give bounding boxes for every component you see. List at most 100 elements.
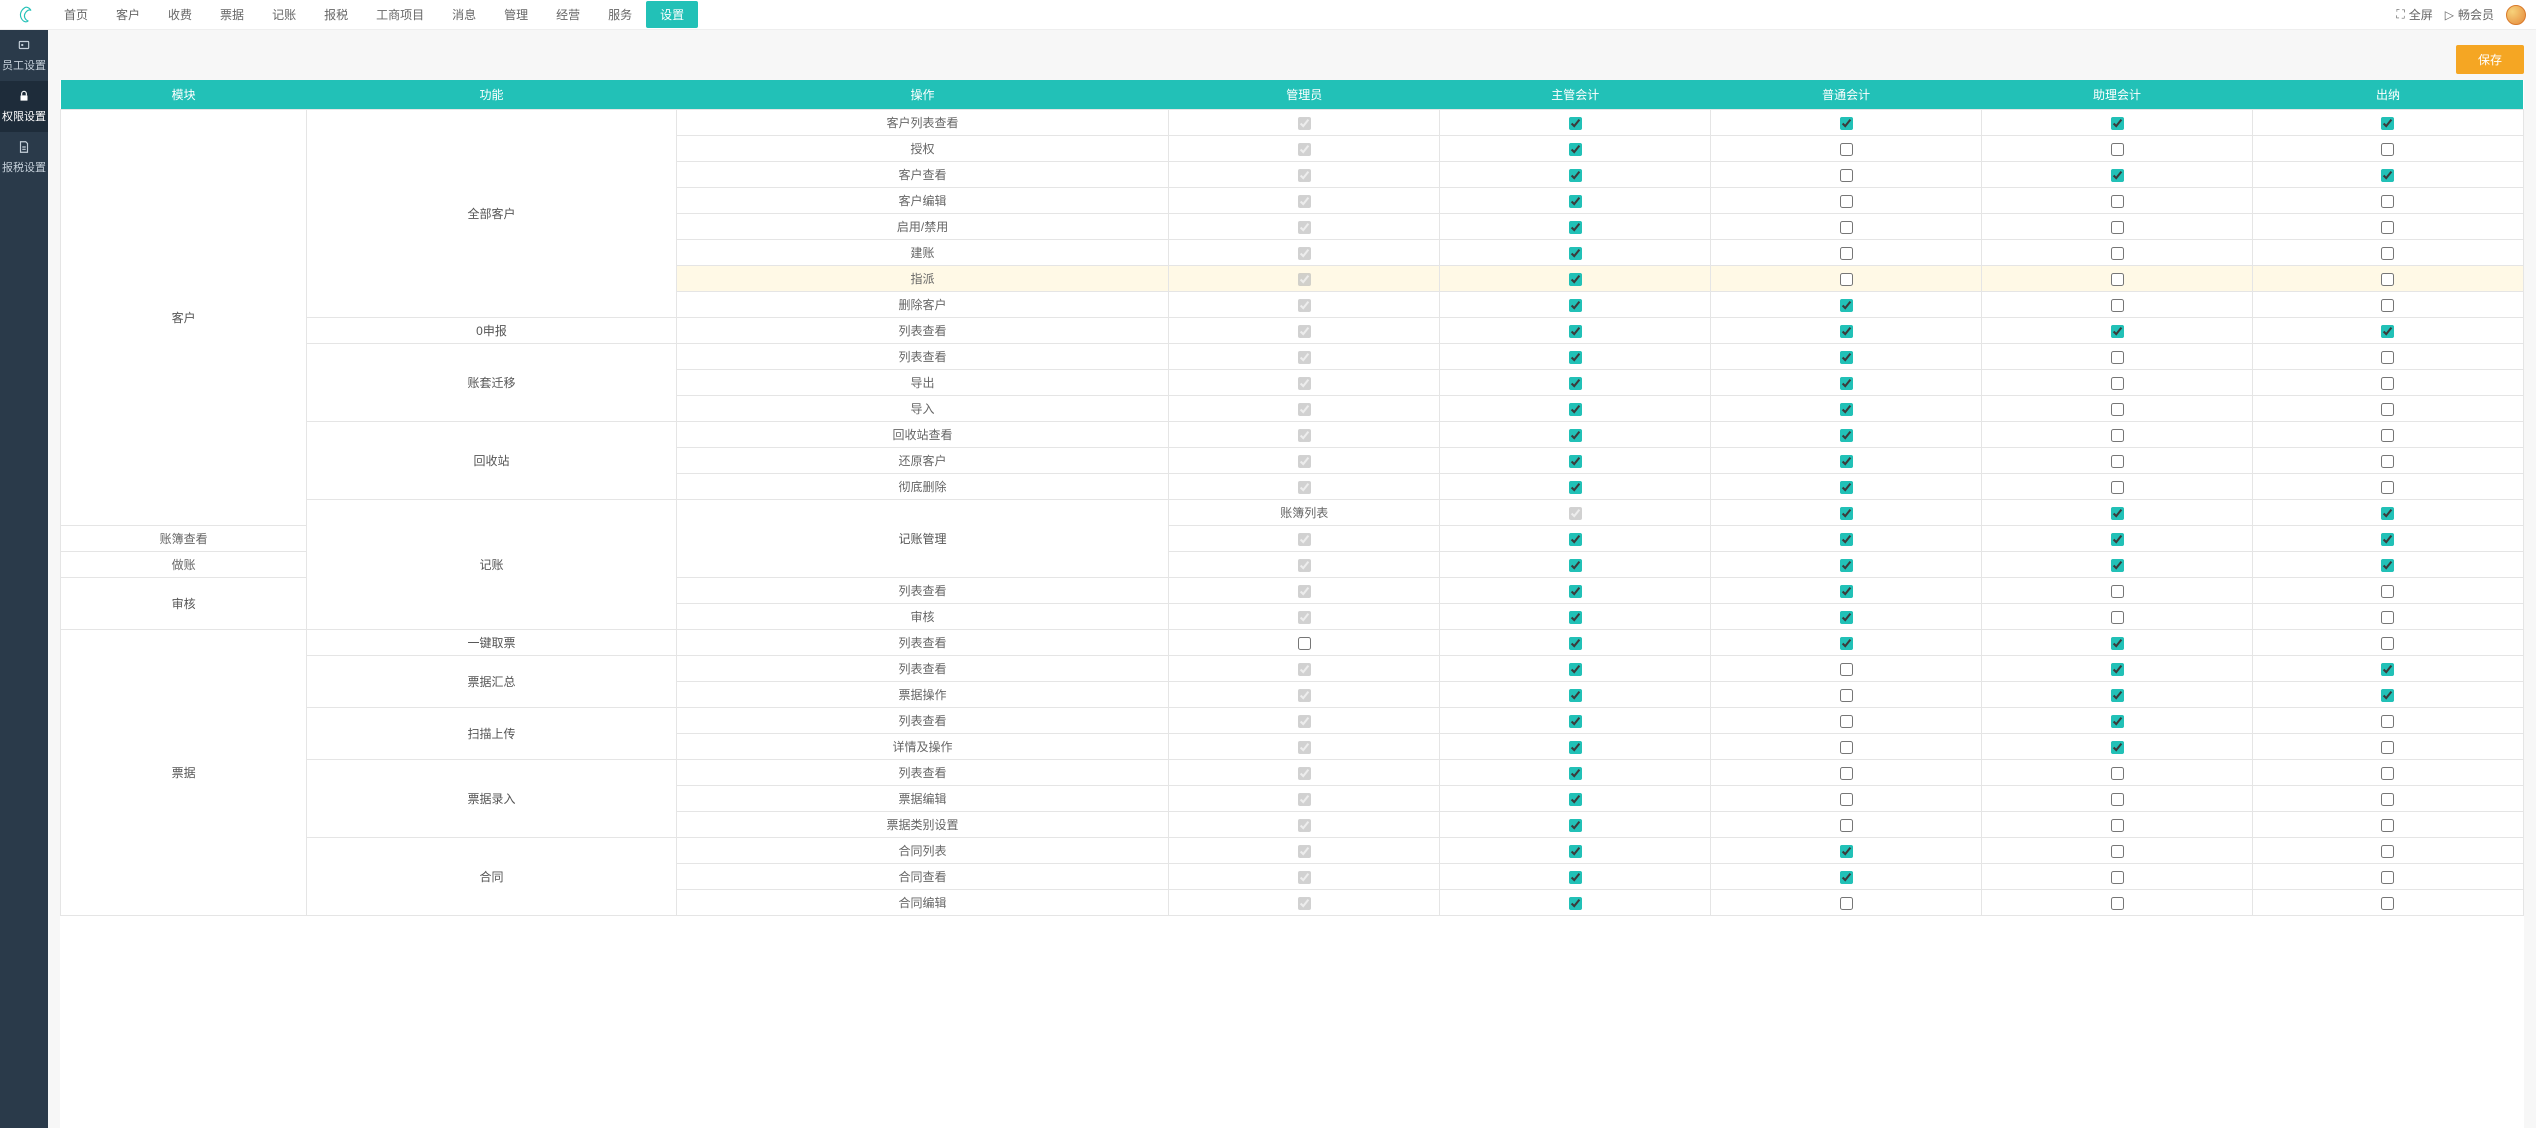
perm-checkbox-general[interactable] [1840, 533, 1853, 546]
perm-checkbox-cashier[interactable] [2381, 585, 2394, 598]
perm-checkbox-cashier[interactable] [2381, 325, 2394, 338]
perm-checkbox-assistant[interactable] [2111, 585, 2124, 598]
perm-checkbox-general[interactable] [1840, 715, 1853, 728]
perm-checkbox-assistant[interactable] [2111, 247, 2124, 260]
perm-checkbox-assistant[interactable] [2111, 429, 2124, 442]
perm-checkbox-supervisor[interactable] [1569, 767, 1582, 780]
perm-checkbox-general[interactable] [1840, 221, 1853, 234]
perm-checkbox-general[interactable] [1840, 455, 1853, 468]
perm-checkbox-supervisor[interactable] [1569, 351, 1582, 364]
perm-checkbox-supervisor[interactable] [1569, 247, 1582, 260]
perm-checkbox-general[interactable] [1840, 273, 1853, 286]
perm-checkbox-supervisor[interactable] [1569, 897, 1582, 910]
perm-checkbox-supervisor[interactable] [1569, 195, 1582, 208]
perm-checkbox-supervisor[interactable] [1569, 845, 1582, 858]
nav-item-0[interactable]: 首页 [50, 1, 102, 28]
perm-checkbox-supervisor[interactable] [1569, 741, 1582, 754]
perm-checkbox-supervisor[interactable] [1569, 169, 1582, 182]
perm-checkbox-general[interactable] [1840, 585, 1853, 598]
perm-checkbox-assistant[interactable] [2111, 559, 2124, 572]
perm-checkbox-supervisor[interactable] [1569, 793, 1582, 806]
perm-checkbox-assistant[interactable] [2111, 637, 2124, 650]
perm-checkbox-cashier[interactable] [2381, 611, 2394, 624]
perm-checkbox-supervisor[interactable] [1569, 533, 1582, 546]
perm-checkbox-general[interactable] [1840, 663, 1853, 676]
nav-item-3[interactable]: 票据 [206, 1, 258, 28]
perm-checkbox-supervisor[interactable] [1569, 637, 1582, 650]
perm-checkbox-general[interactable] [1840, 845, 1853, 858]
perm-checkbox-cashier[interactable] [2381, 897, 2394, 910]
perm-checkbox-assistant[interactable] [2111, 715, 2124, 728]
perm-checkbox-supervisor[interactable] [1569, 663, 1582, 676]
perm-checkbox-cashier[interactable] [2381, 871, 2394, 884]
nav-item-7[interactable]: 消息 [438, 1, 490, 28]
perm-checkbox-assistant[interactable] [2111, 351, 2124, 364]
perm-checkbox-assistant[interactable] [2111, 299, 2124, 312]
perm-checkbox-assistant[interactable] [2111, 221, 2124, 234]
perm-checkbox-cashier[interactable] [2381, 117, 2394, 130]
perm-checkbox-cashier[interactable] [2381, 559, 2394, 572]
perm-checkbox-cashier[interactable] [2381, 143, 2394, 156]
perm-checkbox-supervisor[interactable] [1569, 455, 1582, 468]
perm-checkbox-supervisor[interactable] [1569, 299, 1582, 312]
perm-checkbox-assistant[interactable] [2111, 481, 2124, 494]
perm-checkbox-assistant[interactable] [2111, 793, 2124, 806]
perm-checkbox-supervisor[interactable] [1840, 507, 1853, 520]
perm-checkbox-assistant[interactable] [2111, 403, 2124, 416]
perm-checkbox-assistant[interactable] [2111, 845, 2124, 858]
perm-checkbox-supervisor[interactable] [1569, 143, 1582, 156]
perm-checkbox-cashier[interactable] [2381, 221, 2394, 234]
perm-checkbox-supervisor[interactable] [1569, 403, 1582, 416]
perm-checkbox-cashier[interactable] [2381, 715, 2394, 728]
perm-checkbox-supervisor[interactable] [1569, 429, 1582, 442]
perm-checkbox-supervisor[interactable] [1569, 715, 1582, 728]
perm-checkbox-general[interactable] [1840, 689, 1853, 702]
perm-checkbox-cashier[interactable] [2381, 663, 2394, 676]
perm-checkbox-general[interactable] [1840, 741, 1853, 754]
perm-checkbox-cashier[interactable] [2381, 351, 2394, 364]
perm-checkbox-general[interactable] [1840, 299, 1853, 312]
perm-checkbox-general[interactable] [1840, 351, 1853, 364]
perm-checkbox-assistant[interactable] [2111, 169, 2124, 182]
perm-checkbox-cashier[interactable] [2381, 403, 2394, 416]
perm-checkbox-cashier[interactable] [2381, 819, 2394, 832]
perm-checkbox-general[interactable] [1840, 611, 1853, 624]
perm-checkbox-supervisor[interactable] [1569, 325, 1582, 338]
perm-checkbox-cashier[interactable] [2381, 689, 2394, 702]
perm-checkbox-cashier[interactable] [2381, 455, 2394, 468]
perm-checkbox-general[interactable] [1840, 793, 1853, 806]
nav-item-9[interactable]: 经营 [542, 1, 594, 28]
perm-checkbox-assistant[interactable] [2381, 507, 2394, 520]
nav-item-8[interactable]: 管理 [490, 1, 542, 28]
perm-checkbox-general[interactable] [2111, 507, 2124, 520]
perm-checkbox-admin[interactable] [1298, 637, 1311, 650]
save-button[interactable]: 保存 [2456, 45, 2524, 74]
perm-checkbox-assistant[interactable] [2111, 689, 2124, 702]
perm-checkbox-supervisor[interactable] [1569, 273, 1582, 286]
perm-checkbox-assistant[interactable] [2111, 819, 2124, 832]
perm-checkbox-general[interactable] [1840, 143, 1853, 156]
perm-checkbox-general[interactable] [1840, 403, 1853, 416]
perm-checkbox-assistant[interactable] [2111, 325, 2124, 338]
perm-checkbox-supervisor[interactable] [1569, 585, 1582, 598]
perm-checkbox-cashier[interactable] [2381, 767, 2394, 780]
nav-item-11[interactable]: 设置 [646, 1, 698, 28]
nav-item-6[interactable]: 工商项目 [362, 1, 438, 28]
perm-checkbox-cashier[interactable] [2381, 429, 2394, 442]
nav-item-2[interactable]: 收费 [154, 1, 206, 28]
perm-checkbox-supervisor[interactable] [1569, 481, 1582, 494]
perm-checkbox-assistant[interactable] [2111, 143, 2124, 156]
perm-checkbox-general[interactable] [1840, 247, 1853, 260]
perm-checkbox-general[interactable] [1840, 481, 1853, 494]
perm-checkbox-general[interactable] [1840, 637, 1853, 650]
perm-checkbox-assistant[interactable] [2111, 533, 2124, 546]
nav-item-4[interactable]: 记账 [258, 1, 310, 28]
sidebar-item-2[interactable]: 报税设置 [0, 132, 48, 183]
perm-checkbox-general[interactable] [1840, 559, 1853, 572]
perm-checkbox-cashier[interactable] [2381, 273, 2394, 286]
perm-checkbox-cashier[interactable] [2381, 845, 2394, 858]
fullscreen-button[interactable]: ⛶ 全屏 [2396, 6, 2432, 23]
member-button[interactable]: ▷ 畅会员 [2445, 6, 2494, 23]
perm-checkbox-assistant[interactable] [2111, 273, 2124, 286]
perm-checkbox-assistant[interactable] [2111, 897, 2124, 910]
